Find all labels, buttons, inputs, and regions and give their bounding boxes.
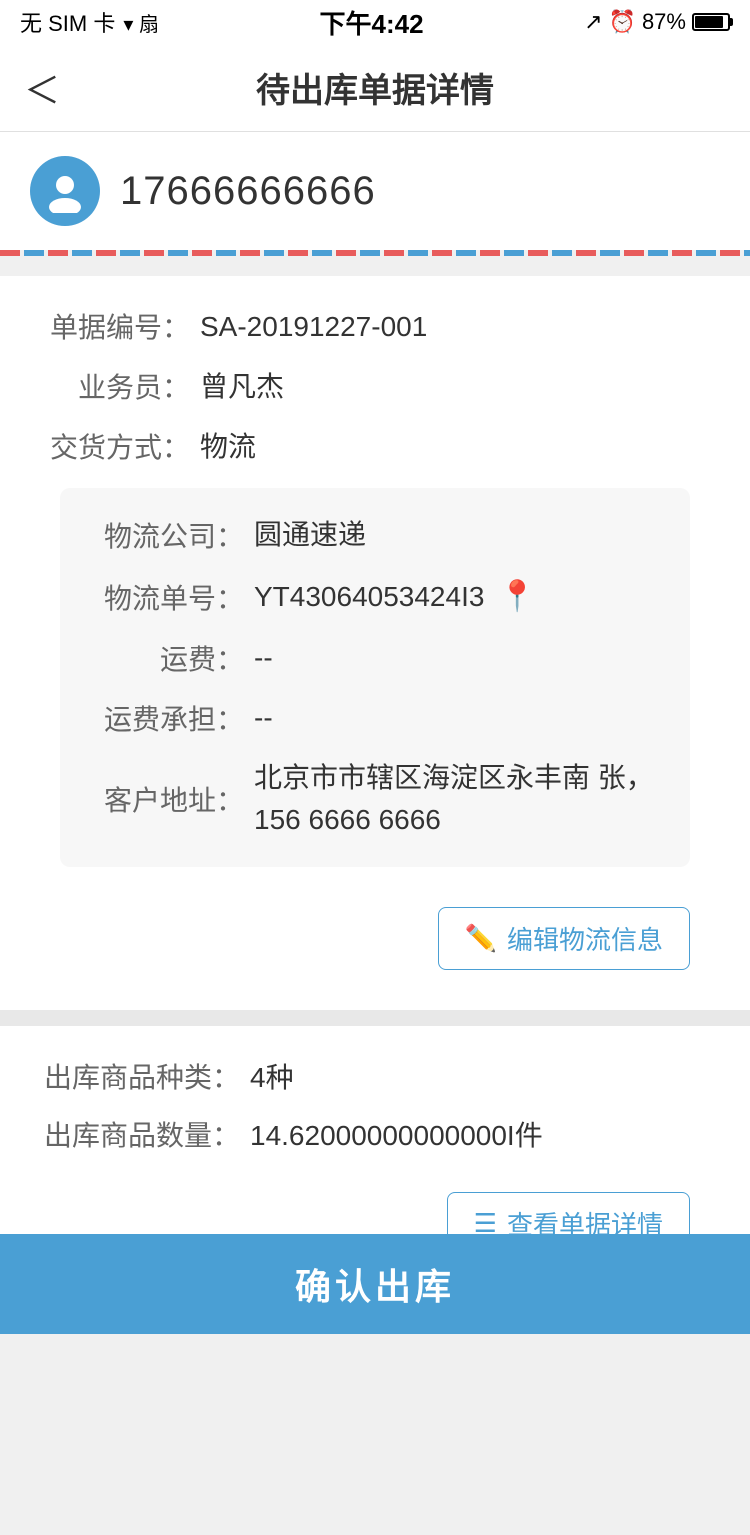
delivery-label: 交货方式：	[30, 426, 190, 466]
avatar-icon	[43, 169, 87, 213]
avatar	[30, 156, 100, 226]
status-left: 无 SIM 卡 ▾ 扇	[20, 6, 159, 38]
order-number-label: 单据编号：	[30, 306, 190, 346]
order-number-row: 单据编号： SA-20191227-001	[30, 306, 720, 348]
freight-bearer-value: --	[254, 697, 666, 739]
logistics-card: 物流公司： 圆通速递 物流单号： YT43064053424I3 📍 运费： -…	[60, 488, 690, 867]
goods-types-row: 出库商品种类： 4种	[30, 1056, 720, 1096]
goods-qty-row: 出库商品数量： 14.62000000000000I件	[30, 1114, 720, 1154]
tracking-row: YT43064053424I3 📍	[254, 574, 666, 619]
confirm-label: 确认出库	[295, 1258, 455, 1310]
location-status-icon: ↗	[584, 9, 602, 35]
goods-qty-value: 14.62000000000000I件	[250, 1114, 543, 1154]
tracking-value: YT43064053424I3 📍	[254, 574, 666, 619]
battery-indicator	[692, 13, 730, 31]
logistics-company-value: 圆通速递	[254, 514, 666, 556]
tracking-number-row: 物流单号： YT43064053424I3 📍	[84, 574, 666, 619]
goods-types-label: 出库商品种类：	[30, 1056, 240, 1096]
page-title: 待出库单据详情	[256, 63, 494, 112]
address-value: 北京市市辖区海淀区永丰南 张，156 6666 6666	[254, 757, 666, 841]
battery-text: 87%	[642, 9, 686, 35]
delivery-row: 交货方式： 物流	[30, 426, 720, 468]
user-card: 17666666666	[0, 132, 750, 250]
back-button[interactable]: ＜	[24, 62, 60, 114]
salesman-row: 业务员： 曾凡杰	[30, 366, 720, 408]
battery-fill	[695, 16, 723, 28]
carrier-text: 无 SIM 卡	[20, 6, 115, 38]
salesman-label: 业务员：	[30, 366, 190, 406]
separator	[0, 1010, 750, 1026]
freight-row: 运费： --	[84, 637, 666, 679]
goods-types-value: 4种	[250, 1056, 294, 1096]
wifi-icon: ▾ 扇	[123, 8, 159, 37]
edit-btn-wrap: ✏️ 编辑物流信息	[30, 887, 720, 990]
salesman-value: 曾凡杰	[200, 366, 720, 408]
confirm-button[interactable]: 确认出库	[0, 1234, 750, 1334]
edit-icon: ✏️	[465, 923, 497, 954]
tracking-number-text: YT43064053424I3	[254, 576, 484, 618]
edit-logistics-label: 编辑物流信息	[507, 920, 663, 957]
dashed-divider	[0, 250, 750, 256]
status-bar: 无 SIM 卡 ▾ 扇 下午4:42 ↗ ⏰ 87%	[0, 0, 750, 44]
logistics-company-row: 物流公司： 圆通速递	[84, 514, 666, 556]
location-pin-icon[interactable]: 📍	[498, 574, 535, 619]
status-right: ↗ ⏰ 87%	[584, 9, 730, 35]
goods-qty-label: 出库商品数量：	[30, 1114, 240, 1154]
tracking-label: 物流单号：	[84, 577, 244, 617]
order-number-value: SA-20191227-001	[200, 306, 720, 348]
alarm-icon: ⏰	[609, 9, 636, 35]
address-row: 客户地址： 北京市市辖区海淀区永丰南 张，156 6666 6666	[84, 757, 666, 841]
nav-bar: ＜ 待出库单据详情	[0, 44, 750, 132]
freight-bearer-label: 运费承担：	[84, 698, 244, 738]
freight-label: 运费：	[84, 638, 244, 678]
user-phone: 17666666666	[120, 169, 376, 214]
edit-logistics-button[interactable]: ✏️ 编辑物流信息	[438, 907, 690, 970]
logistics-company-label: 物流公司：	[84, 515, 244, 555]
freight-bearer-row: 运费承担： --	[84, 697, 666, 739]
order-info-section: 单据编号： SA-20191227-001 业务员： 曾凡杰 交货方式： 物流 …	[0, 276, 750, 1010]
status-time: 下午4:42	[320, 4, 424, 41]
delivery-value: 物流	[200, 426, 720, 468]
freight-value: --	[254, 637, 666, 679]
address-label: 客户地址：	[84, 779, 244, 819]
